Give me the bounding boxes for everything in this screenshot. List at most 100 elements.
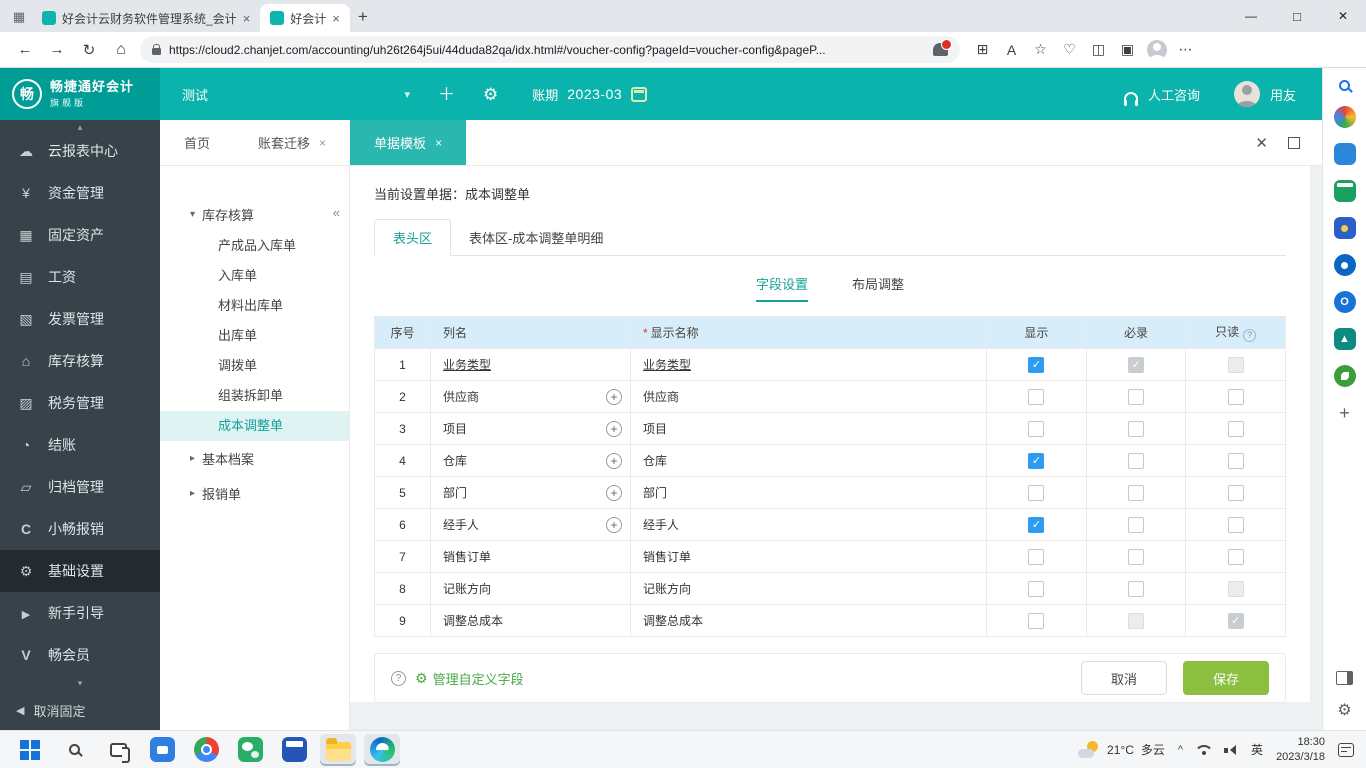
close-panel-icon[interactable]: ✕ <box>1255 134 1268 152</box>
browser-tab-2[interactable]: 好会计 × <box>260 4 350 32</box>
tray-overflow-icon[interactable]: ^ <box>1178 744 1183 756</box>
apps-grid-icon[interactable]: ⊞ <box>968 37 997 63</box>
show-checkbox[interactable] <box>1028 549 1044 565</box>
taskbar-app-wechat[interactable] <box>232 734 268 766</box>
user-avatar[interactable] <box>1234 81 1260 107</box>
tab-voucher-template[interactable]: 单据模板 × <box>350 120 466 165</box>
tree-item[interactable]: 组装拆卸单 <box>160 381 349 411</box>
new-tab-button[interactable]: + <box>350 4 376 30</box>
required-checkbox[interactable] <box>1128 421 1144 437</box>
cancel-button[interactable]: 取消 <box>1081 661 1167 695</box>
show-checkbox[interactable] <box>1028 357 1044 373</box>
column-name-link[interactable]: 经手人 <box>443 518 479 532</box>
readonly-checkbox[interactable] <box>1228 421 1244 437</box>
outlook-icon[interactable]: O <box>1334 291 1356 313</box>
sidebar-scroll-down-icon[interactable]: ▾ <box>0 676 160 690</box>
browser-tab-1[interactable]: 好会计云财务软件管理系统_会计 × <box>32 4 260 32</box>
column-name-link[interactable]: 仓库 <box>443 454 467 468</box>
manage-custom-fields-link[interactable]: 管理自定义字段 <box>433 669 524 688</box>
tools-icon[interactable]: ▲ <box>1334 328 1356 350</box>
sidebar-item-guide[interactable]: 新手引导 <box>0 592 160 634</box>
https-lock-icon[interactable] <box>152 48 161 55</box>
display-name-link[interactable]: 经手人 <box>643 518 679 532</box>
home-icon[interactable] <box>108 37 134 63</box>
period-value[interactable]: 2023-03 <box>567 86 622 102</box>
forward-icon[interactable] <box>44 37 70 63</box>
taskbar-app-edge[interactable] <box>364 734 400 766</box>
fullscreen-icon[interactable] <box>1288 137 1300 149</box>
taskbar-app-explorer[interactable] <box>320 734 356 766</box>
discover-icon[interactable] <box>1334 106 1356 128</box>
add-account-set-icon[interactable]: ＋ <box>438 86 455 103</box>
collapse-panel-icon[interactable]: « <box>333 205 340 220</box>
tab-body-zone[interactable]: 表体区-成本调整单明细 <box>451 220 621 255</box>
sidebar-item-member[interactable]: 畅会员 <box>0 634 160 676</box>
required-checkbox[interactable] <box>1128 389 1144 405</box>
required-checkbox[interactable] <box>1128 485 1144 501</box>
readonly-checkbox[interactable] <box>1228 549 1244 565</box>
sidebar-item-inventory[interactable]: 库存核算 <box>0 340 160 382</box>
weather-widget[interactable]: 21°C 多云 <box>1078 741 1165 758</box>
show-checkbox[interactable] <box>1028 389 1044 405</box>
support-link[interactable]: 人工咨询 <box>1148 85 1200 104</box>
tree-item[interactable]: 调拨单 <box>160 351 349 381</box>
settings-gear-icon[interactable]: ⚙ <box>483 86 498 103</box>
maximize-button[interactable] <box>1274 0 1320 32</box>
column-name-link[interactable]: 记账方向 <box>443 582 491 596</box>
wifi-icon[interactable] <box>1196 744 1211 755</box>
taskbar-search-button[interactable] <box>56 734 92 766</box>
contacts-icon[interactable] <box>1334 254 1356 276</box>
sidebar-item-fixed-assets[interactable]: 固定资产 <box>0 214 160 256</box>
show-checkbox[interactable] <box>1028 581 1044 597</box>
show-checkbox[interactable] <box>1028 517 1044 533</box>
user-name[interactable]: 用友 <box>1270 85 1296 104</box>
column-name-link[interactable]: 项目 <box>443 422 467 436</box>
clock[interactable]: 18:30 2023/3/18 <box>1276 735 1325 764</box>
column-name-link[interactable]: 业务类型 <box>443 358 491 372</box>
search-icon[interactable] <box>1339 80 1350 91</box>
tab-account-migration[interactable]: 账套迁移 × <box>234 120 350 165</box>
calendar-app-icon[interactable] <box>1334 180 1356 202</box>
tree-item[interactable]: 出库单 <box>160 321 349 351</box>
tree-item[interactable]: 材料出库单 <box>160 291 349 321</box>
collections-icon[interactable]: ▣ <box>1113 37 1142 63</box>
sidebar-item-archive[interactable]: 归档管理 <box>0 466 160 508</box>
add-field-icon[interactable]: + <box>606 517 622 533</box>
save-button[interactable]: 保存 <box>1183 661 1269 695</box>
add-field-icon[interactable]: + <box>606 453 622 469</box>
close-tab-icon[interactable]: × <box>332 11 340 26</box>
display-name-link[interactable]: 调整总成本 <box>643 614 703 628</box>
subtab-layout[interactable]: 布局调整 <box>852 274 904 302</box>
sidebar-item-funds[interactable]: 资金管理 <box>0 172 160 214</box>
show-checkbox[interactable] <box>1028 421 1044 437</box>
calendar-icon[interactable] <box>631 87 647 102</box>
taskbar-app-chrome[interactable] <box>188 734 224 766</box>
add-field-icon[interactable]: + <box>606 421 622 437</box>
readonly-checkbox[interactable] <box>1228 453 1244 469</box>
sidebar-item-invoices[interactable]: 发票管理 <box>0 298 160 340</box>
add-field-icon[interactable]: + <box>606 485 622 501</box>
tree-item[interactable]: 产成品入库单 <box>160 231 349 261</box>
required-checkbox[interactable] <box>1128 517 1144 533</box>
sidebar-item-payroll[interactable]: 工资 <box>0 256 160 298</box>
sidebar-item-reimburse[interactable]: 小畅报销 <box>0 508 160 550</box>
unpin-sidebar-button[interactable]: ◀ 取消固定 <box>0 690 160 730</box>
tree-node-inventory[interactable]: ▾ 库存核算 « <box>160 198 349 231</box>
split-screen-icon[interactable]: ◫ <box>1084 37 1113 63</box>
display-name-link[interactable]: 业务类型 <box>643 358 691 372</box>
sidebar-item-tax[interactable]: 税务管理 <box>0 382 160 424</box>
column-name-link[interactable]: 调整总成本 <box>443 614 503 628</box>
display-name-link[interactable]: 部门 <box>643 486 667 500</box>
add-app-icon[interactable]: + <box>1334 402 1356 424</box>
readonly-checkbox[interactable] <box>1228 485 1244 501</box>
required-checkbox[interactable] <box>1128 453 1144 469</box>
tree-node-expense-forms[interactable]: ▸ 报销单 <box>160 476 349 511</box>
tree-item[interactable]: 入库单 <box>160 261 349 291</box>
display-name-link[interactable]: 销售订单 <box>643 550 691 564</box>
readonly-checkbox[interactable] <box>1228 517 1244 533</box>
taskbar-app-calculator[interactable] <box>276 734 312 766</box>
taskbar-app-chat[interactable] <box>144 734 180 766</box>
show-checkbox[interactable] <box>1028 485 1044 501</box>
tab-list-icon[interactable]: ▦ <box>6 4 32 30</box>
sidebar-settings-icon[interactable]: ⚙ <box>1337 700 1351 720</box>
